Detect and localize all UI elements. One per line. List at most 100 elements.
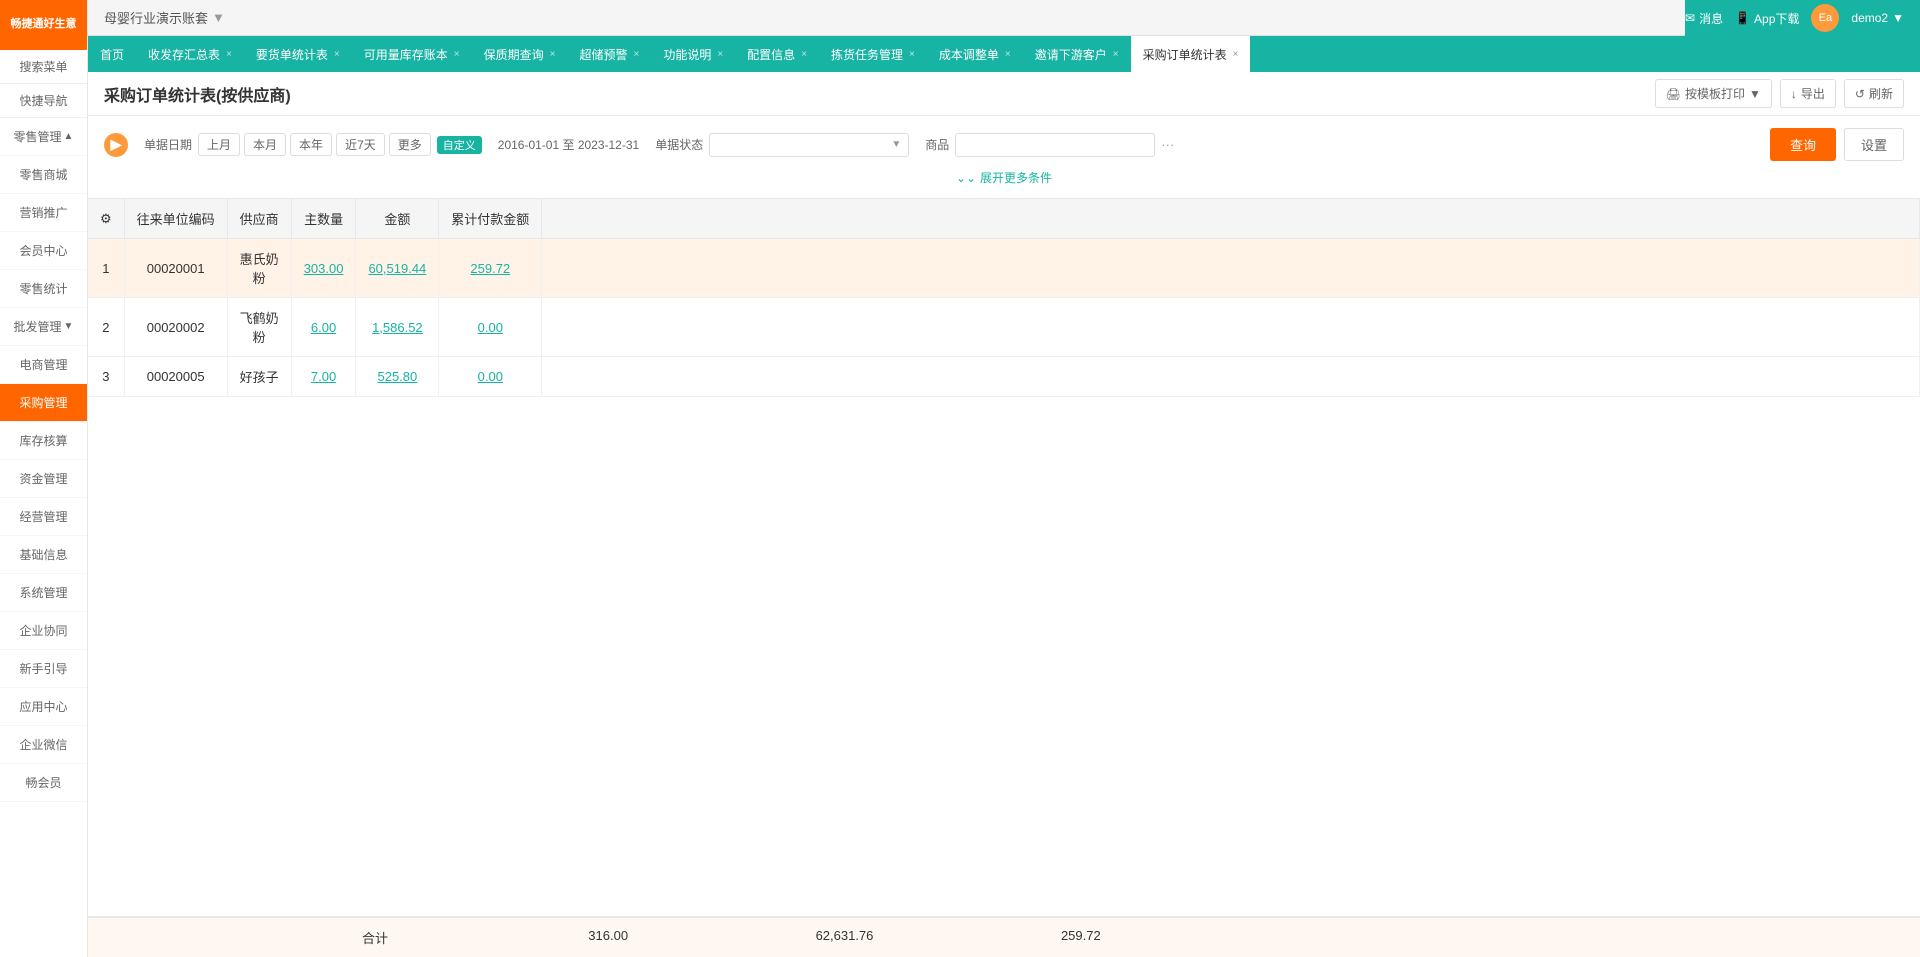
tab-close-icon[interactable]: ×	[1113, 49, 1119, 60]
sidebar-item-ops[interactable]: 经营管理	[0, 498, 87, 536]
tab-home[interactable]: 首页	[88, 36, 136, 72]
print-label: 按模板打印	[1685, 85, 1745, 102]
td-supplier: 惠氏奶粉	[227, 239, 291, 298]
footer-qty: 316.00	[490, 928, 726, 947]
status-filter: 单据状态 ▼	[655, 133, 909, 157]
table-row: 1 00020001 惠氏奶粉 303.00 60,519.44 259.72	[88, 239, 1920, 298]
tab-overstock[interactable]: 超储预警 ×	[567, 36, 651, 72]
workspace-header: 母婴行业演示账套 ▼	[88, 0, 1920, 36]
date-range-text: 2016-01-01 至 2023-12-31	[498, 136, 639, 153]
th-supplier: 供应商	[227, 199, 291, 239]
date-range-display: 2016-01-01 至 2023-12-31	[498, 136, 639, 153]
status-select-wrapper: ▼	[709, 133, 909, 157]
tab-help[interactable]: 功能说明 ×	[651, 36, 735, 72]
goods-input[interactable]	[955, 133, 1155, 157]
workspace-arrow-icon[interactable]: ▼	[212, 10, 225, 25]
content-area: 采购订单统计表(按供应商) 🖨 按模板打印 ▼ ↓ 导出 ↺ 刷新	[88, 72, 1920, 957]
tab-invite[interactable]: 邀请下游客户 ×	[1023, 36, 1131, 72]
footer-paid: 259.72	[963, 928, 1199, 947]
sidebar-item-inventory[interactable]: 库存核算	[0, 422, 87, 460]
td-supplier: 好孩子	[227, 357, 291, 397]
date-btn-this-year[interactable]: 本年	[290, 133, 332, 156]
status-select[interactable]	[709, 133, 909, 157]
sidebar-item-member[interactable]: 会员中心	[0, 232, 87, 270]
td-qty: 6.00	[291, 298, 356, 357]
print-dropdown-icon: ▼	[1749, 87, 1761, 101]
tab-demand[interactable]: 要货单统计表 ×	[244, 36, 352, 72]
sidebar-item-system[interactable]: 系统管理	[0, 574, 87, 612]
td-code: 00020002	[124, 298, 227, 357]
custom-date-badge[interactable]: 自定义	[437, 136, 482, 154]
table-container: ⚙ 往来单位编码 供应商 主数量 金额 累计付款金额 1 00020001 惠氏…	[88, 199, 1920, 916]
app-logo: 畅捷通好生意	[0, 0, 87, 50]
tab-expiry[interactable]: 保质期查询 ×	[472, 36, 568, 72]
date-btn-7days[interactable]: 近7天	[336, 133, 385, 156]
th-settings[interactable]: ⚙	[88, 199, 124, 239]
goods-label: 商品	[925, 136, 949, 153]
header-actions: 🖨 按模板打印 ▼ ↓ 导出 ↺ 刷新	[1655, 79, 1904, 108]
footer-label: 合计	[260, 928, 490, 947]
th-qty: 主数量	[291, 199, 356, 239]
workspace-name: 母婴行业演示账套	[104, 8, 208, 27]
td-no: 1	[88, 239, 124, 298]
th-empty	[542, 199, 1920, 239]
date-btn-this-month[interactable]: 本月	[244, 133, 286, 156]
tab-close-icon[interactable]: ×	[226, 49, 232, 60]
goods-more-icon[interactable]: ···	[1161, 137, 1174, 152]
expand-icon: ⌄⌄	[956, 171, 976, 185]
date-btn-last-month[interactable]: 上月	[198, 133, 240, 156]
goods-filter: 商品 ···	[925, 133, 1174, 157]
sidebar-item-ecommerce[interactable]: 电商管理	[0, 346, 87, 384]
tab-inventory[interactable]: 可用量库存账本 ×	[352, 36, 472, 72]
sidebar-item-enterprise[interactable]: 企业协同	[0, 612, 87, 650]
table-header-row: ⚙ 往来单位编码 供应商 主数量 金额 累计付款金额	[88, 199, 1920, 239]
tab-close-icon[interactable]: ×	[717, 49, 723, 60]
sidebar-item-appstore[interactable]: 应用中心	[0, 688, 87, 726]
sidebar-item-retail-shop[interactable]: 零售商城	[0, 156, 87, 194]
expand-more-button[interactable]: ⌄⌄ 展开更多条件	[104, 169, 1904, 186]
top-nav: 首页 收发存汇总表 × 要货单统计表 × 可用量库存账本 × 保质期查询 × 超…	[88, 36, 1920, 72]
sidebar-item-newbie[interactable]: 新手引导	[0, 650, 87, 688]
sidebar-item-batch[interactable]: 批发管理▼	[0, 308, 87, 346]
sidebar-item-retail-stat[interactable]: 零售统计	[0, 270, 87, 308]
tab-close-icon[interactable]: ×	[801, 49, 807, 60]
sidebar-item-finance[interactable]: 资金管理	[0, 460, 87, 498]
tab-purchase-stat[interactable]: 采购订单统计表 ×	[1131, 36, 1251, 72]
query-button[interactable]: 查询	[1770, 128, 1836, 161]
sidebar-item-retail[interactable]: 零售管理▲	[0, 118, 87, 156]
tab-close-icon[interactable]: ×	[1233, 49, 1239, 60]
td-supplier: 飞鹤奶粉	[227, 298, 291, 357]
table-row: 3 00020005 好孩子 7.00 525.80 0.00	[88, 357, 1920, 397]
export-button[interactable]: ↓ 导出	[1780, 79, 1836, 108]
sidebar-item-marketing[interactable]: 营销推广	[0, 194, 87, 232]
td-paid: 0.00	[439, 298, 542, 357]
sidebar-shortcut[interactable]: 快捷导航	[0, 84, 87, 118]
footer-spacer	[100, 928, 130, 947]
sidebar-item-basic[interactable]: 基础信息	[0, 536, 87, 574]
date-label: 单据日期	[144, 136, 192, 153]
tab-close-icon[interactable]: ×	[1005, 49, 1011, 60]
refresh-button[interactable]: ↺ 刷新	[1844, 79, 1904, 108]
table-footer: 合计 316.00 62,631.76 259.72	[88, 916, 1920, 957]
footer-amount: 62,631.76	[726, 928, 962, 947]
status-label: 单据状态	[655, 136, 703, 153]
print-button[interactable]: 🖨 按模板打印 ▼	[1655, 79, 1772, 108]
tab-receive[interactable]: 收发存汇总表 ×	[136, 36, 244, 72]
tab-close-icon[interactable]: ×	[334, 49, 340, 60]
tab-batch-task[interactable]: 拣货任务管理 ×	[819, 36, 927, 72]
date-filter: 单据日期 上月 本月 本年 近7天 更多 自定义	[144, 133, 482, 156]
tab-close-icon[interactable]: ×	[454, 49, 460, 60]
settings-button[interactable]: 设置	[1844, 128, 1904, 161]
tab-close-icon[interactable]: ×	[909, 49, 915, 60]
tab-close-icon[interactable]: ×	[633, 49, 639, 60]
date-btn-more[interactable]: 更多	[389, 133, 431, 156]
filter-toggle-button[interactable]: ▶	[104, 133, 128, 157]
sidebar-item-wechat[interactable]: 企业微信	[0, 726, 87, 764]
tab-close-icon[interactable]: ×	[550, 49, 556, 60]
sidebar-search[interactable]: 搜索菜单	[0, 50, 87, 84]
tab-cost-adj[interactable]: 成本调整单 ×	[927, 36, 1023, 72]
th-code: 往来单位编码	[124, 199, 227, 239]
sidebar-item-vip[interactable]: 畅会员	[0, 764, 87, 802]
sidebar-item-purchase[interactable]: 采购管理	[0, 384, 87, 422]
tab-config[interactable]: 配置信息 ×	[735, 36, 819, 72]
